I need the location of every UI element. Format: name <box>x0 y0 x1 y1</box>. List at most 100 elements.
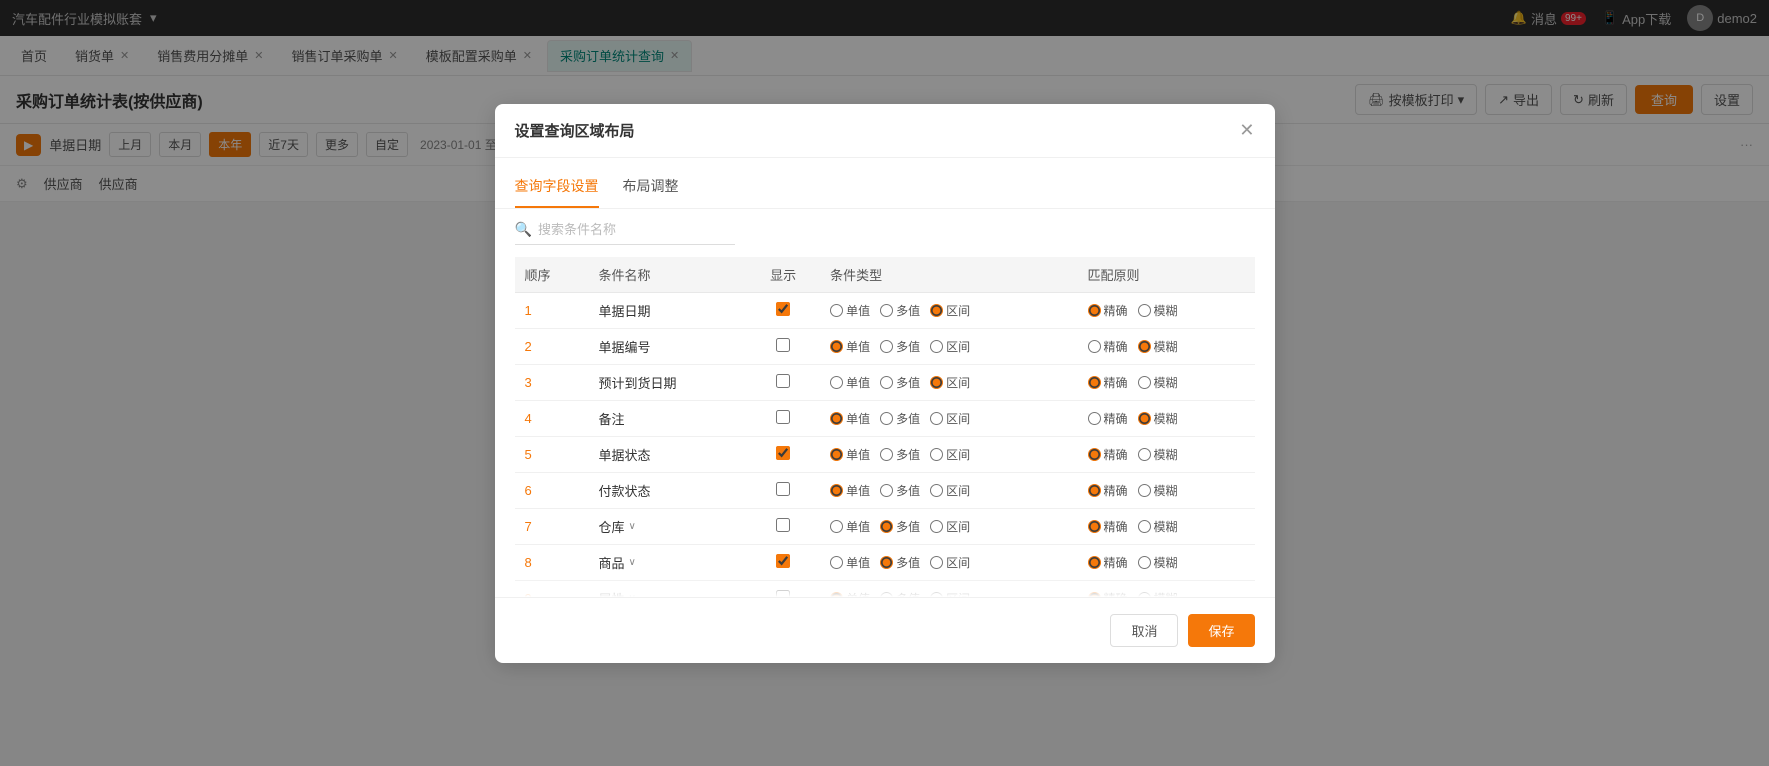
row-type-cell: 单值多值区间 <box>820 292 1077 328</box>
row-display-checkbox-cell <box>746 328 820 364</box>
match-radio-精确[interactable]: 精确 <box>1088 302 1128 319</box>
type-radio-区间[interactable]: 区间 <box>930 374 970 391</box>
match-radio-模糊[interactable]: 模糊 <box>1138 518 1178 535</box>
match-radio-模糊[interactable]: 模糊 <box>1138 410 1178 427</box>
type-radio-区间[interactable]: 区间 <box>930 482 970 499</box>
match-radio-模糊[interactable]: 模糊 <box>1138 482 1178 499</box>
settings-modal: 设置查询区域布局 ✕ 查询字段设置 布局调整 🔍 顺序 <box>495 104 1275 663</box>
type-radio-多值[interactable]: 多值 <box>880 482 920 499</box>
col-seq: 顺序 <box>515 257 589 293</box>
modal-tabs: 查询字段设置 布局调整 <box>495 158 1275 209</box>
type-radio-单值[interactable]: 单值 <box>830 446 870 463</box>
type-radio-单值[interactable]: 单值 <box>830 374 870 391</box>
match-radio-精确[interactable]: 精确 <box>1088 410 1128 427</box>
tab-field-settings[interactable]: 查询字段设置 <box>515 170 599 208</box>
match-radio-精确[interactable]: 精确 <box>1088 482 1128 499</box>
row-condition-name: 预计到货日期 <box>589 364 747 400</box>
row-display-checkbox-cell <box>746 292 820 328</box>
col-name: 条件名称 <box>589 257 747 293</box>
row-seq: 8 <box>515 544 589 580</box>
tab-layout-adjust-label: 布局调整 <box>623 178 679 194</box>
row-match-cell: 精确模糊 <box>1078 436 1255 472</box>
col-match: 匹配原则 <box>1078 257 1255 293</box>
match-radio-模糊[interactable]: 模糊 <box>1138 446 1178 463</box>
type-radio-多值[interactable]: 多值 <box>880 446 920 463</box>
row-type-cell: 单值多值区间 <box>820 364 1077 400</box>
row-condition-name: 单据日期 <box>589 292 747 328</box>
type-radio-多值[interactable]: 多值 <box>880 410 920 427</box>
match-radio-模糊[interactable]: 模糊 <box>1138 338 1178 355</box>
row-seq: 6 <box>515 472 589 508</box>
row-condition-name: 单据状态 <box>589 436 747 472</box>
table-row: 8商品∨单值多值区间精确模糊 <box>515 544 1255 580</box>
display-checkbox[interactable] <box>776 410 790 424</box>
row-type-cell: 单值多值区间 <box>820 472 1077 508</box>
match-radio-精确[interactable]: 精确 <box>1088 446 1128 463</box>
dropdown-arrow-icon[interactable]: ∨ <box>629 593 636 597</box>
type-radio-单值[interactable]: 单值 <box>830 554 870 571</box>
table-row: 7仓库∨单值多值区间精确模糊 <box>515 508 1255 544</box>
type-radio-区间[interactable]: 区间 <box>930 410 970 427</box>
type-radio-单值[interactable]: 单值 <box>830 302 870 319</box>
dropdown-arrow-icon[interactable]: ∨ <box>629 521 636 532</box>
modal-overlay: 设置查询区域布局 ✕ 查询字段设置 布局调整 🔍 顺序 <box>0 0 1769 766</box>
type-radio-区间[interactable]: 区间 <box>930 554 970 571</box>
display-checkbox[interactable] <box>776 518 790 532</box>
display-checkbox[interactable] <box>776 590 790 597</box>
display-checkbox[interactable] <box>776 302 790 316</box>
row-display-checkbox-cell <box>746 472 820 508</box>
row-match-cell: 精确模糊 <box>1078 400 1255 436</box>
row-type-cell: 单值多值区间 <box>820 400 1077 436</box>
cancel-button[interactable]: 取消 <box>1110 614 1178 647</box>
row-seq: 2 <box>515 328 589 364</box>
match-radio-精确[interactable]: 精确 <box>1088 518 1128 535</box>
display-checkbox[interactable] <box>776 338 790 352</box>
type-radio-多值[interactable]: 多值 <box>880 590 920 597</box>
row-display-checkbox-cell <box>746 436 820 472</box>
match-radio-精确[interactable]: 精确 <box>1088 338 1128 355</box>
match-radio-模糊[interactable]: 模糊 <box>1138 554 1178 571</box>
type-radio-多值[interactable]: 多值 <box>880 302 920 319</box>
match-radio-模糊[interactable]: 模糊 <box>1138 302 1178 319</box>
row-type-cell: 单值多值区间 <box>820 508 1077 544</box>
type-radio-多值[interactable]: 多值 <box>880 518 920 535</box>
type-radio-区间[interactable]: 区间 <box>930 518 970 535</box>
type-radio-多值[interactable]: 多值 <box>880 554 920 571</box>
match-radio-精确[interactable]: 精确 <box>1088 374 1128 391</box>
row-match-cell: 精确模糊 <box>1078 544 1255 580</box>
type-radio-单值[interactable]: 单值 <box>830 338 870 355</box>
type-radio-单值[interactable]: 单值 <box>830 410 870 427</box>
save-button[interactable]: 保存 <box>1188 614 1254 647</box>
display-checkbox[interactable] <box>776 554 790 568</box>
type-radio-区间[interactable]: 区间 <box>930 446 970 463</box>
table-row: 6付款状态单值多值区间精确模糊 <box>515 472 1255 508</box>
type-radio-单值[interactable]: 单值 <box>830 518 870 535</box>
dropdown-arrow-icon[interactable]: ∨ <box>629 557 636 568</box>
row-condition-name: 仓库∨ <box>589 508 747 544</box>
type-radio-多值[interactable]: 多值 <box>880 374 920 391</box>
type-radio-多值[interactable]: 多值 <box>880 338 920 355</box>
type-radio-区间[interactable]: 区间 <box>930 338 970 355</box>
modal-title: 设置查询区域布局 <box>515 120 635 141</box>
tab-layout-adjust[interactable]: 布局调整 <box>623 170 679 208</box>
type-radio-单值[interactable]: 单值 <box>830 590 870 597</box>
table-row: 1单据日期单值多值区间精确模糊 <box>515 292 1255 328</box>
type-radio-区间[interactable]: 区间 <box>930 302 970 319</box>
row-condition-name: 单据编号 <box>589 328 747 364</box>
display-checkbox[interactable] <box>776 446 790 460</box>
modal-close-button[interactable]: ✕ <box>1239 120 1254 141</box>
match-radio-精确[interactable]: 精确 <box>1088 554 1128 571</box>
type-radio-单值[interactable]: 单值 <box>830 482 870 499</box>
display-checkbox[interactable] <box>776 374 790 388</box>
row-match-cell: 精确模糊 <box>1078 472 1255 508</box>
match-radio-精确[interactable]: 精确 <box>1088 590 1128 597</box>
match-radio-模糊[interactable]: 模糊 <box>1138 374 1178 391</box>
row-match-cell: 精确模糊 <box>1078 508 1255 544</box>
display-checkbox[interactable] <box>776 482 790 496</box>
col-type: 条件类型 <box>820 257 1077 293</box>
row-type-cell: 单值多值区间 <box>820 436 1077 472</box>
search-input[interactable] <box>538 222 718 237</box>
table-row: 3预计到货日期单值多值区间精确模糊 <box>515 364 1255 400</box>
type-radio-区间[interactable]: 区间 <box>930 590 970 597</box>
match-radio-模糊[interactable]: 模糊 <box>1138 590 1178 597</box>
